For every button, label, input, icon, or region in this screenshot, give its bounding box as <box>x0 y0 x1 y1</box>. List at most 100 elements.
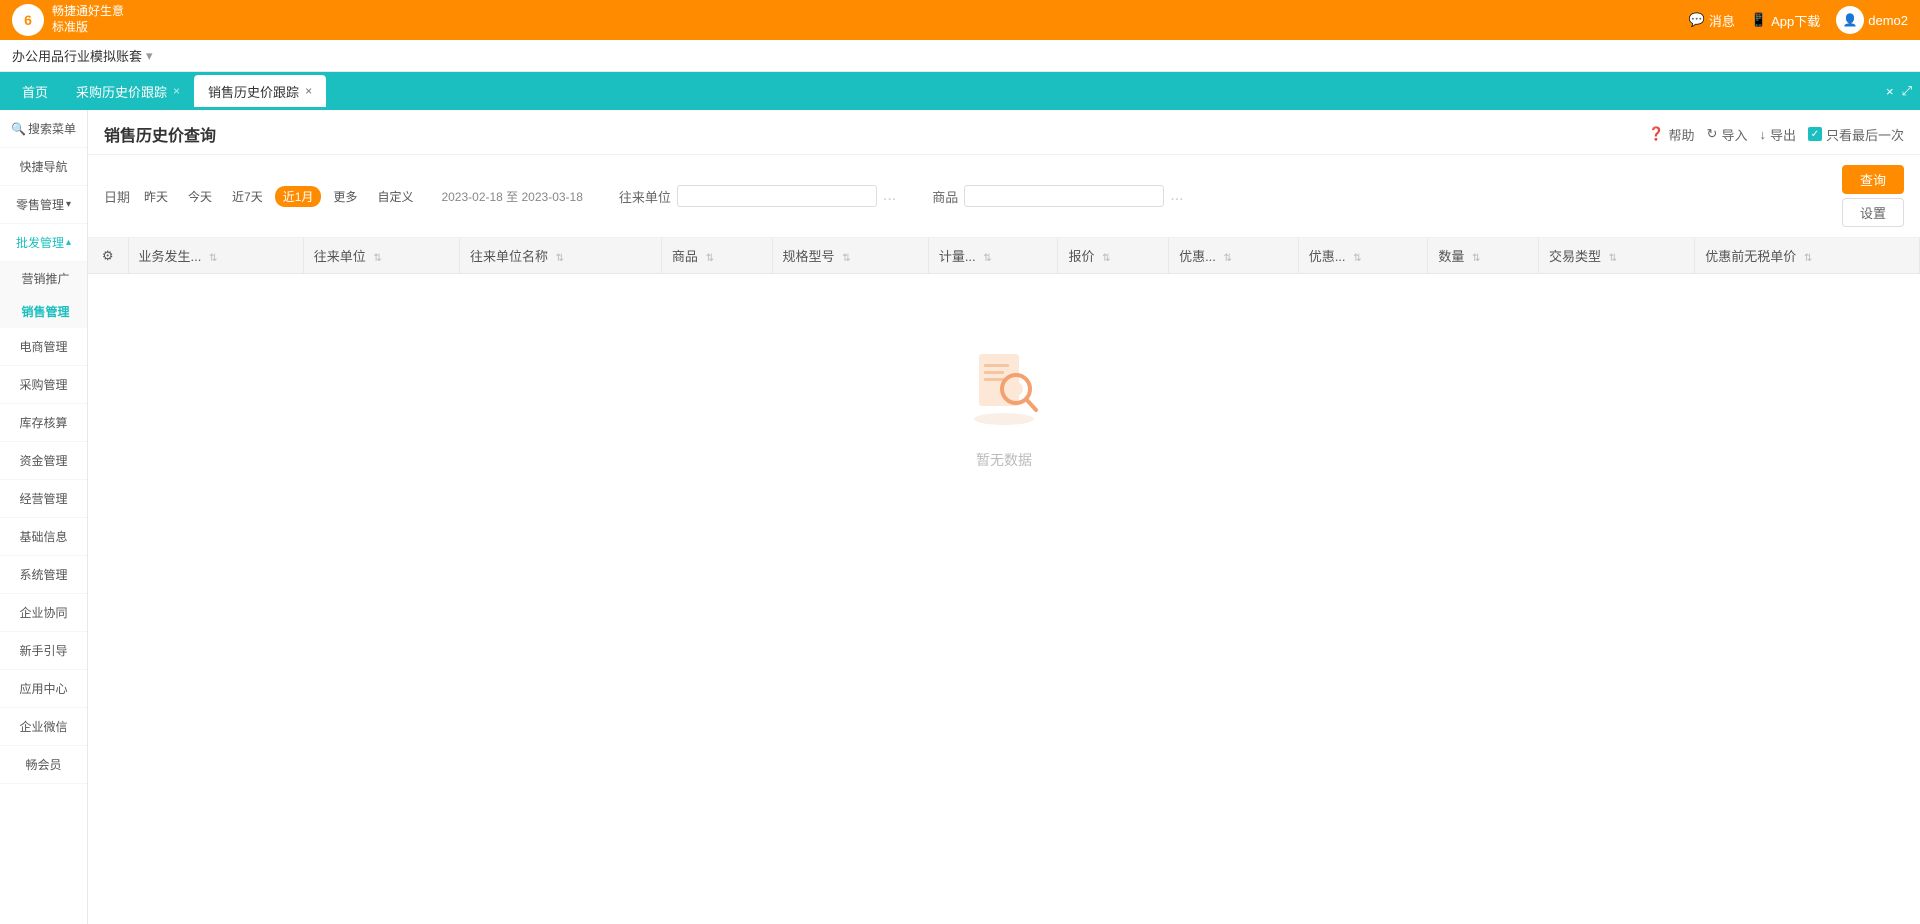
column-pre-tax[interactable]: 优惠前无税单价 ⇅ <box>1695 238 1920 274</box>
sidebar-item-enterprise[interactable]: 企业协同 <box>0 594 87 632</box>
today-option[interactable]: 今天 <box>180 186 220 207</box>
goods-filter-group: 商品 ... <box>932 185 1183 207</box>
logo-icon: 6 <box>12 4 44 36</box>
topbar-left: 6 畅捷通好生意 标准版 <box>12 4 124 36</box>
date-options: 昨天 今天 近7天 近1月 更多 自定义 <box>136 186 421 207</box>
partner-dots[interactable]: ... <box>883 187 896 205</box>
goods-dots[interactable]: ... <box>1170 187 1183 205</box>
tab-home[interactable]: 首页 <box>8 75 62 107</box>
sidebar: 🔍 搜索菜单 快捷导航 零售管理 ▾ 批发管理 ▴ 营销推广 销售管理 电商管理… <box>0 110 88 924</box>
help-btn[interactable]: ❓ 帮助 <box>1648 125 1694 144</box>
sidebar-item-wholesale[interactable]: 批发管理 ▴ <box>0 224 87 262</box>
partner-filter-group: 往来单位 ... <box>619 185 896 207</box>
export-icon: ↓ <box>1759 127 1766 142</box>
export-btn[interactable]: ↓ 导出 <box>1759 125 1796 144</box>
sidebar-item-newbie[interactable]: 新手引导 <box>0 632 87 670</box>
column-unit[interactable]: 计量... ⇅ <box>928 238 1058 274</box>
close-window-btn[interactable]: × <box>1886 84 1894 99</box>
sidebar-item-finance[interactable]: 资金管理 <box>0 442 87 480</box>
content-area: 销售历史价查询 ❓ 帮助 ↻ 导入 ↓ 导出 ✓ 只看最后一次 <box>88 110 1920 924</box>
partner-label: 往来单位 <box>619 187 671 206</box>
column-gear[interactable]: ⚙ <box>88 238 128 274</box>
empty-illustration <box>954 334 1054 434</box>
column-qty[interactable]: 数量 ⇅ <box>1428 238 1539 274</box>
app-download-btn[interactable]: 📱 App下载 <box>1751 11 1820 30</box>
sort-icon: ⇅ <box>1804 253 1812 264</box>
filter-actions: 查询 设置 <box>1842 165 1904 227</box>
tab-purchase-history[interactable]: 采购历史价跟踪 × <box>62 75 194 107</box>
sidebar-item-system[interactable]: 系统管理 <box>0 556 87 594</box>
page-title: 销售历史价查询 <box>104 122 216 146</box>
sort-icon: ⇅ <box>373 253 381 264</box>
sidebar-item-wechat[interactable]: 企业微信 <box>0 708 87 746</box>
data-table: ⚙ 业务发生... ⇅ 往来单位 ⇅ 往来单位名称 ⇅ <box>88 238 1920 274</box>
table-container: ⚙ 业务发生... ⇅ 往来单位 ⇅ 往来单位名称 ⇅ <box>88 238 1920 924</box>
column-partner-code[interactable]: 往来单位 ⇅ <box>303 238 459 274</box>
filter-bar: 日期 昨天 今天 近7天 近1月 更多 自定义 2023-02-18 至 202… <box>88 155 1920 238</box>
yesterday-option[interactable]: 昨天 <box>136 186 176 207</box>
sort-icon: ⇅ <box>706 253 714 264</box>
tab-close-purchase[interactable]: × <box>173 84 180 98</box>
sidebar-item-marketing[interactable]: 营销推广 <box>0 262 87 295</box>
sidebar-item-ecommerce[interactable]: 电商管理 <box>0 328 87 366</box>
settings-button[interactable]: 设置 <box>1842 198 1904 227</box>
date-filter-label: 日期 <box>104 187 130 206</box>
table-header-row: ⚙ 业务发生... ⇅ 往来单位 ⇅ 往来单位名称 ⇅ <box>88 238 1920 274</box>
sidebar-item-purchase[interactable]: 采购管理 <box>0 366 87 404</box>
tab-sales-history[interactable]: 销售历史价跟踪 × <box>194 75 326 107</box>
only-last-checkbox-group: ✓ 只看最后一次 <box>1808 125 1904 144</box>
only-last-checkbox[interactable]: ✓ <box>1808 127 1822 141</box>
column-partner-name[interactable]: 往来单位名称 ⇅ <box>460 238 662 274</box>
sort-icon: ⇅ <box>209 253 217 264</box>
column-goods[interactable]: 商品 ⇅ <box>661 238 772 274</box>
sidebar-item-inventory[interactable]: 库存核算 <box>0 404 87 442</box>
column-discount2[interactable]: 优惠... ⇅ <box>1298 238 1428 274</box>
topbar: 6 畅捷通好生意 标准版 💬 消息 📱 App下载 👤 demo2 <box>0 0 1920 40</box>
sidebar-item-search[interactable]: 🔍 搜索菜单 <box>0 110 87 148</box>
column-trade-type[interactable]: 交易类型 ⇅ <box>1538 238 1694 274</box>
last7days-option[interactable]: 近7天 <box>224 186 271 207</box>
column-business-date[interactable]: 业务发生... ⇅ <box>128 238 303 274</box>
tab-close-sales[interactable]: × <box>305 84 312 98</box>
sort-icon: ⇅ <box>842 253 850 264</box>
partner-input[interactable] <box>677 185 877 207</box>
import-icon: ↻ <box>1707 126 1718 142</box>
date-filter-group: 日期 昨天 今天 近7天 近1月 更多 自定义 <box>104 186 421 207</box>
sort-icon: ⇅ <box>983 253 991 264</box>
date-range-display: 2023-02-18 至 2023-03-18 <box>441 188 582 205</box>
query-button[interactable]: 查询 <box>1842 165 1904 194</box>
account-selector[interactable]: 办公用品行业模拟账套 ▾ <box>12 46 153 65</box>
empty-text: 暂无数据 <box>976 450 1032 470</box>
search-icon: 🔍 <box>11 122 26 136</box>
tabs-bar-right: × ⤢ <box>1886 83 1912 99</box>
sidebar-item-sales[interactable]: 销售管理 <box>0 295 87 328</box>
sidebar-item-member[interactable]: 畅会员 <box>0 746 87 784</box>
maximize-window-btn[interactable]: ⤢ <box>1902 83 1912 99</box>
chevron-down-icon: ▾ <box>66 199 71 210</box>
import-btn[interactable]: ↻ 导入 <box>1707 125 1748 144</box>
column-spec[interactable]: 规格型号 ⇅ <box>772 238 928 274</box>
column-price[interactable]: 报价 ⇅ <box>1058 238 1169 274</box>
sort-icon: ⇅ <box>1353 253 1361 264</box>
main-layout: 🔍 搜索菜单 快捷导航 零售管理 ▾ 批发管理 ▴ 营销推广 销售管理 电商管理… <box>0 110 1920 924</box>
sidebar-item-shortcut[interactable]: 快捷导航 <box>0 148 87 186</box>
sidebar-item-apps[interactable]: 应用中心 <box>0 670 87 708</box>
message-btn[interactable]: 💬 消息 <box>1689 11 1735 30</box>
column-discount1[interactable]: 优惠... ⇅ <box>1169 238 1299 274</box>
tabs-bar: 首页 采购历史价跟踪 × 销售历史价跟踪 × × ⤢ <box>0 72 1920 110</box>
sort-icon: ⇅ <box>1102 253 1110 264</box>
sidebar-item-retail[interactable]: 零售管理 ▾ <box>0 186 87 224</box>
avatar: 👤 <box>1836 6 1864 34</box>
user-profile[interactable]: 👤 demo2 <box>1836 6 1908 34</box>
topbar-right: 💬 消息 📱 App下载 👤 demo2 <box>1689 6 1908 34</box>
custom-option[interactable]: 自定义 <box>369 186 421 207</box>
sort-icon: ⇅ <box>1224 253 1232 264</box>
more-option[interactable]: 更多 <box>325 186 365 207</box>
sidebar-item-basic[interactable]: 基础信息 <box>0 518 87 556</box>
chevron-down-icon: ▾ <box>146 48 153 64</box>
sort-icon: ⇅ <box>1609 253 1617 264</box>
goods-input[interactable] <box>964 185 1164 207</box>
chevron-up-icon: ▴ <box>66 237 71 248</box>
sidebar-item-operations[interactable]: 经营管理 <box>0 480 87 518</box>
last1month-option[interactable]: 近1月 <box>275 186 322 207</box>
